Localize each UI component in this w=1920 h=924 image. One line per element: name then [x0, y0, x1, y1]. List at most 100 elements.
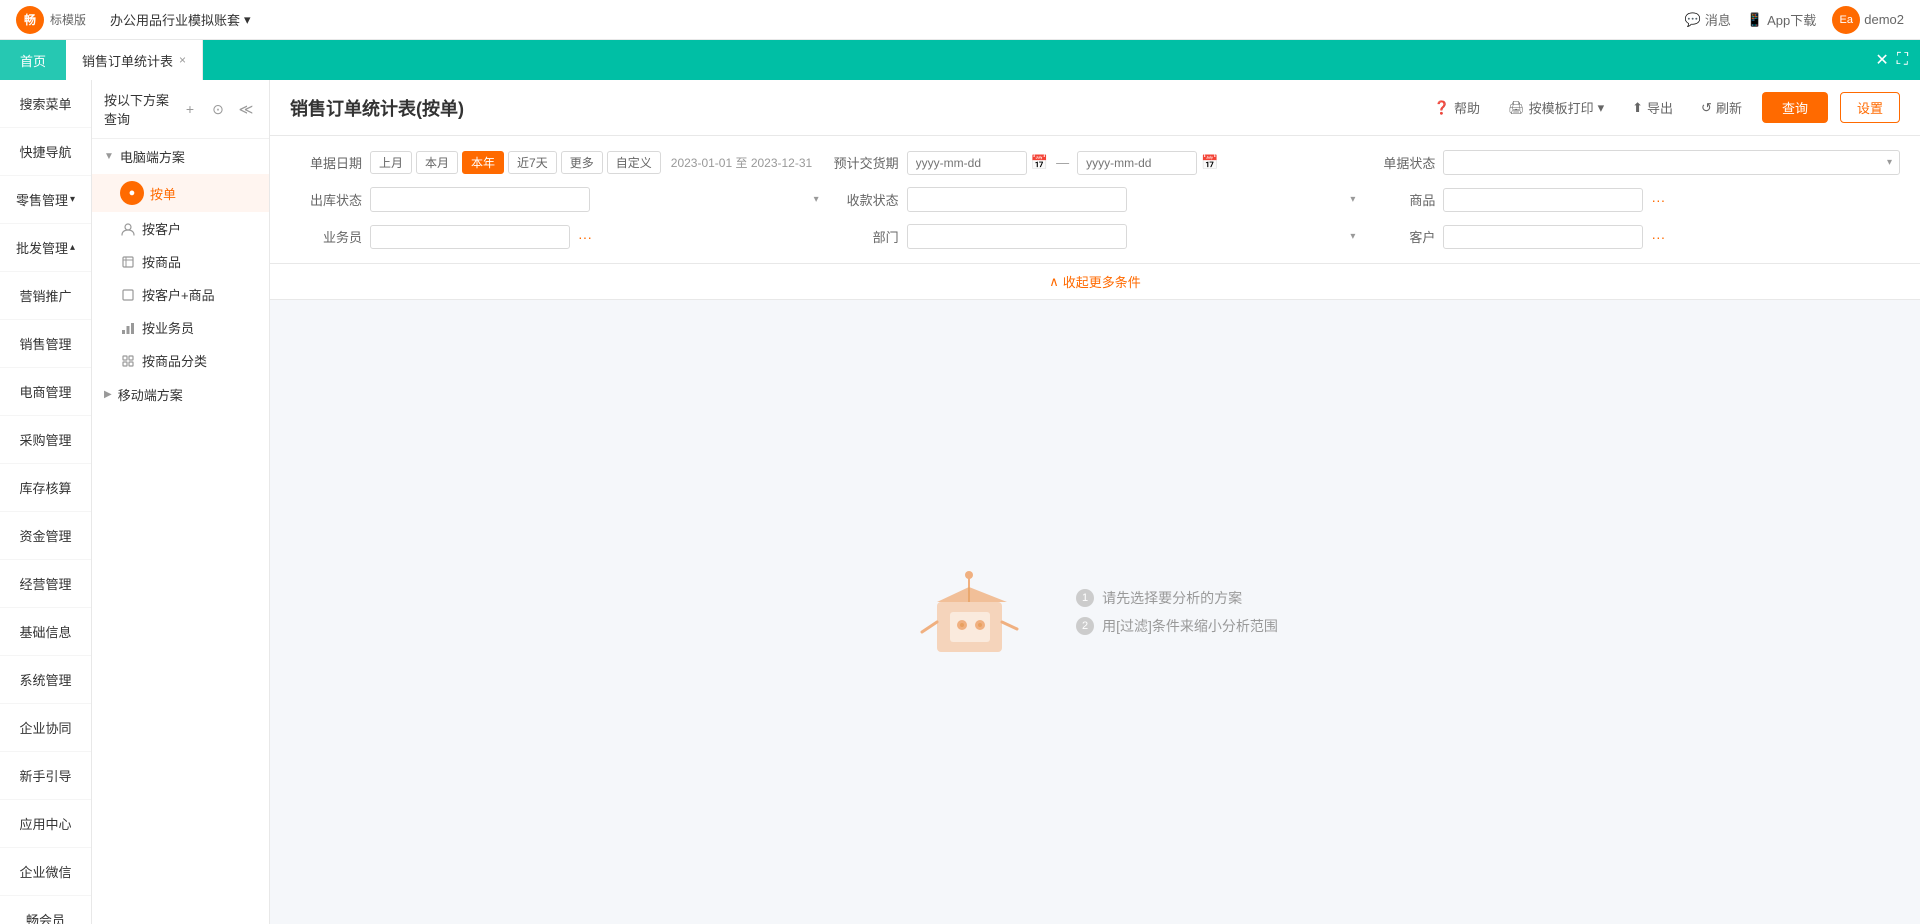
receive-status-select[interactable] — [907, 187, 1127, 212]
right-panel: 销售订单统计表(按单) ❓ 帮助 🖨 按模板打印 ▾ ⬆ — [270, 80, 1920, 924]
btn-more[interactable]: 更多 — [561, 151, 603, 174]
ship-chevron-icon: ▾ — [814, 194, 819, 205]
collapse-bar[interactable]: ∧ 收起更多条件 — [270, 264, 1920, 300]
sidebar-label-marketing: 营销推广 — [19, 286, 71, 305]
status-col: ▾ — [1443, 150, 1900, 175]
sidebar-item-sales[interactable]: 销售管理 — [0, 320, 91, 368]
scheme-item-by-product[interactable]: 按商品 — [92, 245, 269, 278]
status-label: 单据状态 — [1363, 153, 1443, 172]
export-btn[interactable]: ⬆ 导出 — [1624, 94, 1681, 121]
filter-row-2: 出库状态 ▾ 收款状态 — [290, 187, 1900, 212]
calendar-start-icon[interactable]: 📅 — [1031, 154, 1048, 171]
scheme-item-by-customer-product[interactable]: 按客户+商品 — [92, 278, 269, 311]
collapse-panel-btn[interactable]: ≪ — [235, 98, 257, 120]
sidebar-label-finance: 资金管理 — [19, 526, 71, 545]
btn-last7[interactable]: 近7天 — [508, 151, 557, 174]
scheme-item-by-order[interactable]: ● 按单 — [92, 174, 269, 212]
message-btn[interactable]: 💬 消息 — [1685, 10, 1731, 29]
status-select[interactable] — [1443, 150, 1900, 175]
ship-status-select[interactable] — [370, 187, 590, 212]
customer-col: ··· — [1443, 225, 1900, 249]
sidebar-item-newbie[interactable]: 新手引导 — [0, 752, 91, 800]
sidebar-item-enterprise[interactable]: 企业协同 — [0, 704, 91, 752]
empty-text-area: 1 请先选择要分析的方案 2 用[过滤]条件来缩小分析范围 — [1076, 588, 1278, 636]
sidebar-item-marketing[interactable]: 营销推广 — [0, 272, 91, 320]
top-bar-left: 畅 标模版 办公用品行业模拟账套 ▾ — [16, 6, 251, 34]
settings-button[interactable]: 设置 — [1840, 92, 1900, 123]
collapse-chevron-icon: ∧ — [1049, 274, 1059, 290]
tab-label: 销售订单统计表 — [82, 51, 173, 70]
filter-area: 单据日期 上月 本月 本年 近7天 更多 自定义 2023-01-01 至 20… — [270, 136, 1920, 264]
tab-home[interactable]: 首页 — [0, 40, 66, 80]
sidebar-item-purchase[interactable]: 采购管理 — [0, 416, 91, 464]
dept-select[interactable] — [907, 224, 1127, 249]
btn-custom[interactable]: 自定义 — [607, 151, 661, 174]
content-area: 按以下方案查询 + ⊙ ≪ ▼ 电脑端方案 ● 按单 — [92, 80, 1920, 924]
scheme-item-label-by-customer: 按客户 — [142, 219, 181, 238]
expected-date-start[interactable] — [907, 151, 1027, 175]
product-input[interactable] — [1443, 188, 1643, 212]
product-more-btn[interactable]: ··· — [1651, 192, 1665, 208]
scheme-item-by-customer[interactable]: 按客户 — [92, 212, 269, 245]
receive-chevron-icon: ▾ — [1350, 194, 1355, 205]
sidebar-label-wechat: 企业微信 — [19, 862, 71, 881]
sidebar-item-system[interactable]: 系统管理 — [0, 656, 91, 704]
sidebar-item-app-center[interactable]: 应用中心 — [0, 800, 91, 848]
salesperson-input[interactable] — [370, 225, 570, 249]
window-close-btn[interactable]: ✕ — [1875, 50, 1888, 70]
btn-last-month[interactable]: 上月 — [370, 151, 412, 174]
user-menu[interactable]: Ea demo2 — [1832, 6, 1904, 34]
refresh-icon: ↺ — [1701, 100, 1712, 116]
sidebar-item-finance[interactable]: 资金管理 — [0, 512, 91, 560]
page-header-top: 销售订单统计表(按单) ❓ 帮助 🖨 按模板打印 ▾ ⬆ — [290, 92, 1900, 123]
sidebar-item-basic-info[interactable]: 基础信息 — [0, 608, 91, 656]
calendar-end-icon[interactable]: 📅 — [1201, 154, 1218, 171]
template-print-btn[interactable]: 🖨 按模板打印 ▾ — [1500, 94, 1612, 121]
top-bar: 畅 标模版 办公用品行业模拟账套 ▾ 💬 消息 📱 App下载 Ea demo2 — [0, 0, 1920, 40]
app-selector[interactable]: 办公用品行业模拟账套 ▾ — [110, 10, 251, 29]
expected-date-label: 预计交货期 — [827, 153, 907, 172]
expected-date-end[interactable] — [1077, 151, 1197, 175]
sidebar: 搜索菜单 快捷导航 零售管理 ▾ 批发管理 ▴ 营销推广 销售管理 电商管理 采… — [0, 80, 92, 924]
mobile-scheme-group-header[interactable]: ▶ 移动端方案 — [92, 377, 269, 412]
empty-step-1: 1 请先选择要分析的方案 — [1076, 588, 1278, 608]
window-maximize-btn[interactable]: ⛶ — [1897, 51, 1908, 69]
sidebar-item-operations[interactable]: 经营管理 — [0, 560, 91, 608]
settings-scheme-btn[interactable]: ⊙ — [207, 98, 229, 120]
customer-more-btn[interactable]: ··· — [1651, 229, 1665, 245]
tab-bar-actions: ✕ ⛶ — [1875, 40, 1920, 80]
sidebar-item-inventory[interactable]: 库存核算 — [0, 464, 91, 512]
sidebar-item-wechat[interactable]: 企业微信 — [0, 848, 91, 896]
pc-scheme-group-header[interactable]: ▼ 电脑端方案 — [92, 139, 269, 174]
sidebar-item-retail[interactable]: 零售管理 ▾ — [0, 176, 91, 224]
scheme-item-label-by-category: 按商品分类 — [142, 351, 207, 370]
sidebar-item-quick-nav[interactable]: 快捷导航 — [0, 128, 91, 176]
help-btn[interactable]: ❓ 帮助 — [1426, 94, 1488, 121]
add-scheme-btn[interactable]: + — [179, 98, 201, 120]
btn-this-month[interactable]: 本月 — [416, 151, 458, 174]
scheme-item-by-salesperson[interactable]: 按业务员 — [92, 311, 269, 344]
scheme-item-label-by-salesperson: 按业务员 — [142, 318, 194, 337]
refresh-btn[interactable]: ↺ 刷新 — [1693, 94, 1750, 121]
customer-input[interactable] — [1443, 225, 1643, 249]
print-icon: 🖨 — [1508, 100, 1525, 116]
scheme-item-by-category[interactable]: 按商品分类 — [92, 344, 269, 377]
query-button[interactable]: 查询 — [1762, 92, 1828, 123]
salesperson-more-btn[interactable]: ··· — [578, 229, 592, 245]
main-layout: 搜索菜单 快捷导航 零售管理 ▾ 批发管理 ▴ 营销推广 销售管理 电商管理 采… — [0, 80, 1920, 924]
btn-this-year[interactable]: 本年 — [462, 151, 504, 174]
app-download-btn[interactable]: 📱 App下载 — [1747, 10, 1816, 29]
sidebar-item-member[interactable]: 畅会员 — [0, 896, 91, 924]
sidebar-item-ecommerce[interactable]: 电商管理 — [0, 368, 91, 416]
date-quick-btns: 上月 本月 本年 近7天 更多 自定义 — [370, 151, 661, 174]
tab-close-icon[interactable]: × — [179, 53, 186, 67]
tab-sales-order-stats[interactable]: 销售订单统计表 × — [66, 40, 203, 80]
pc-scheme-group: ▼ 电脑端方案 ● 按单 按客户 — [92, 139, 269, 377]
help-label: 帮助 — [1454, 98, 1480, 117]
customer-label: 客户 — [1363, 227, 1443, 246]
sidebar-label-wholesale: 批发管理 — [16, 238, 68, 257]
sidebar-item-wholesale[interactable]: 批发管理 ▴ — [0, 224, 91, 272]
by-customer-product-icon — [120, 287, 136, 303]
sidebar-item-search-menu[interactable]: 搜索菜单 — [0, 80, 91, 128]
receive-status-col: ▾ — [907, 187, 1364, 212]
